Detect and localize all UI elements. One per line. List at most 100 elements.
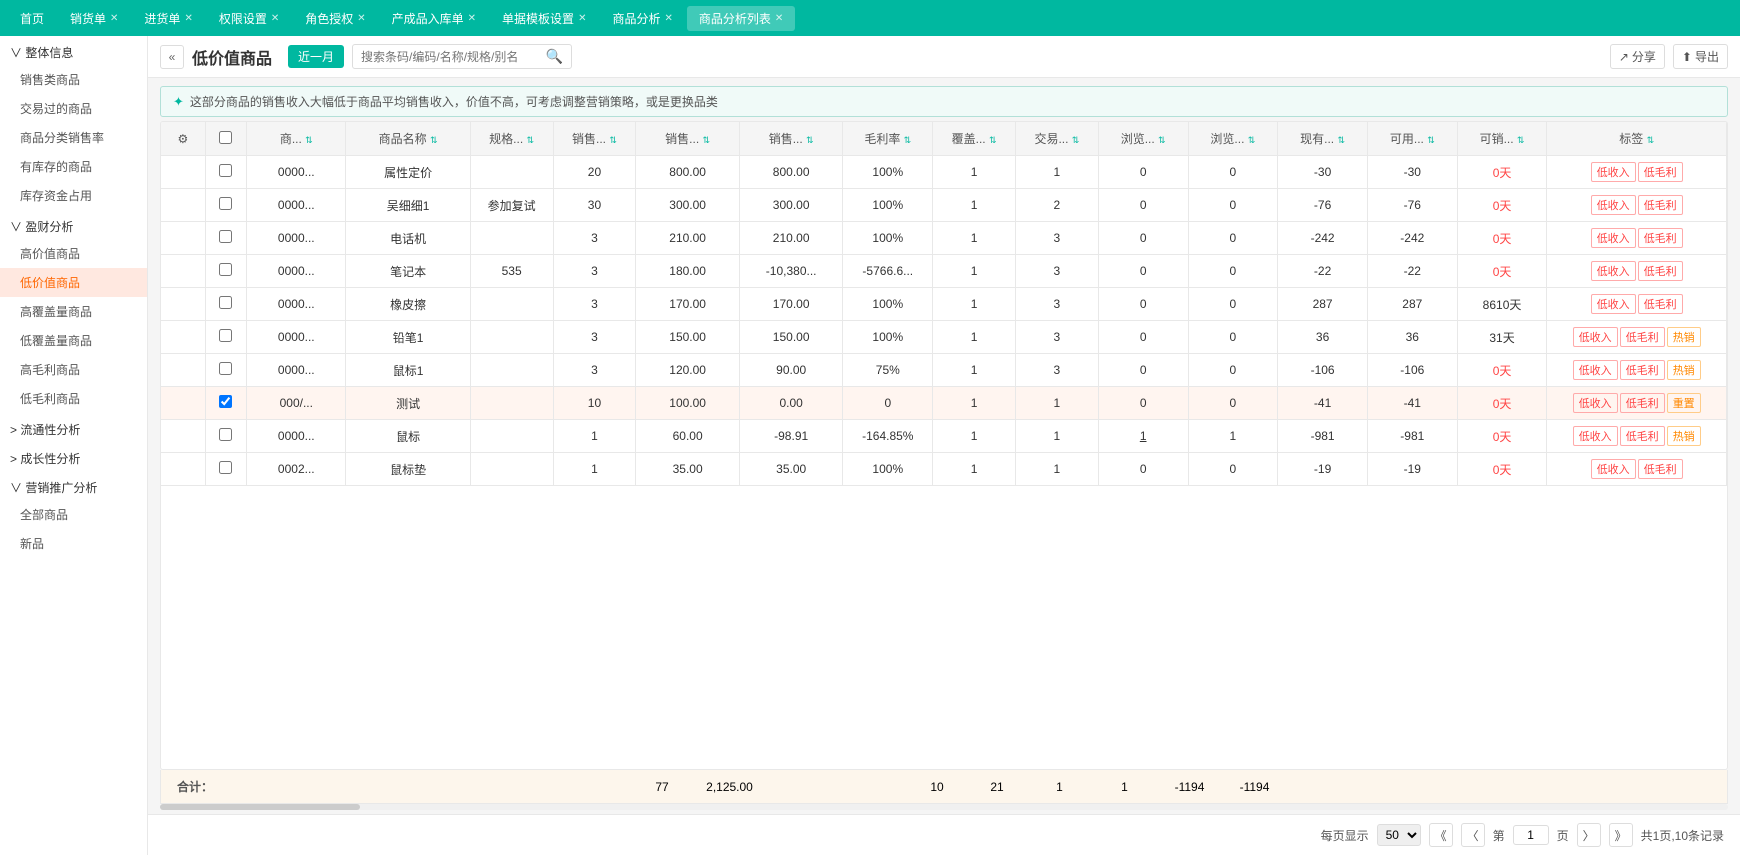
select-all-checkbox[interactable] <box>219 131 232 144</box>
td-checkbox[interactable] <box>205 453 246 486</box>
td-code: 0000... <box>247 420 346 453</box>
tag: 低毛利 <box>1620 393 1665 413</box>
row-checkbox[interactable] <box>219 362 232 375</box>
sidebar-item-low-coverage[interactable]: 低覆盖量商品 <box>0 326 147 355</box>
nav-close-icon[interactable]: ✕ <box>184 13 192 24</box>
th-code[interactable]: 商... ⇅ <box>247 122 346 156</box>
page-number-input[interactable] <box>1513 825 1549 845</box>
export-button[interactable]: ⬆ 导出 <box>1673 44 1728 69</box>
sidebar-item-low-margin[interactable]: 低毛利商品 <box>0 384 147 413</box>
first-page-button[interactable]: 《 <box>1429 823 1453 847</box>
row-checkbox[interactable] <box>219 428 232 441</box>
td-tag: 低收入低毛利 <box>1547 189 1727 222</box>
sidebar-group-growth[interactable]: > 成长性分析 <box>0 442 147 471</box>
th-browse2[interactable]: 浏览... ⇅ <box>1188 122 1278 156</box>
row-checkbox[interactable] <box>219 263 232 276</box>
row-checkbox[interactable] <box>219 461 232 474</box>
nav-permissions[interactable]: 权限设置 ✕ <box>207 6 291 31</box>
data-table-container[interactable]: ⚙ 商... ⇅ 商品名称 ⇅ 规格... ⇅ 销售... ⇅ 销售... ⇅ … <box>160 121 1728 770</box>
sidebar-item-high-value[interactable]: 高价值商品 <box>0 239 147 268</box>
sidebar-item-traded-products[interactable]: 交易过的商品 <box>0 94 147 123</box>
td-sellable: 0天 <box>1457 189 1547 222</box>
row-checkbox[interactable] <box>219 296 232 309</box>
th-trade[interactable]: 交易... ⇅ <box>1015 122 1098 156</box>
sidebar-group-marketing[interactable]: ∨ 营销推广分析 <box>0 471 147 500</box>
th-stock[interactable]: 现有... ⇅ <box>1278 122 1368 156</box>
sidebar-item-high-coverage[interactable]: 高覆盖量商品 <box>0 297 147 326</box>
th-checkbox[interactable] <box>205 122 246 156</box>
sidebar-item-all-products[interactable]: 全部商品 <box>0 500 147 529</box>
th-sales-cost[interactable]: 销售... ⇅ <box>739 122 843 156</box>
row-checkbox[interactable] <box>219 395 232 408</box>
horizontal-scrollbar-thumb[interactable] <box>160 804 360 810</box>
th-margin[interactable]: 毛利率 ⇅ <box>843 122 933 156</box>
th-cover[interactable]: 覆盖... ⇅ <box>933 122 1016 156</box>
nav-close-icon[interactable]: ✕ <box>357 13 365 24</box>
nav-label: 产成品入库单 <box>392 10 464 27</box>
th-name[interactable]: 商品名称 ⇅ <box>346 122 470 156</box>
row-checkbox[interactable] <box>219 164 232 177</box>
sidebar-item-stock-capital[interactable]: 库存资金占用 <box>0 181 147 210</box>
collapse-sidebar-button[interactable]: « <box>160 45 184 69</box>
nav-close-icon[interactable]: ✕ <box>664 13 672 24</box>
td-checkbox[interactable] <box>205 321 246 354</box>
th-sales-amt[interactable]: 销售... ⇅ <box>636 122 740 156</box>
th-available[interactable]: 可用... ⇅ <box>1367 122 1457 156</box>
nav-product-analysis-list[interactable]: 商品分析列表 ✕ <box>687 6 795 31</box>
td-checkbox[interactable] <box>205 354 246 387</box>
th-spec[interactable]: 规格... ⇅ <box>470 122 553 156</box>
table-header-row: ⚙ 商... ⇅ 商品名称 ⇅ 规格... ⇅ 销售... ⇅ 销售... ⇅ … <box>161 122 1727 156</box>
sidebar-item-sales-products[interactable]: 销售类商品 <box>0 65 147 94</box>
export-label: 导出 <box>1695 48 1719 65</box>
period-button[interactable]: 近一月 <box>288 45 344 68</box>
th-sellable[interactable]: 可销... ⇅ <box>1457 122 1547 156</box>
nav-purchase-order[interactable]: 进货单 ✕ <box>132 6 204 31</box>
nav-sales-order[interactable]: 销货单 ✕ <box>58 6 130 31</box>
nav-close-icon[interactable]: ✕ <box>110 13 118 24</box>
row-checkbox[interactable] <box>219 197 232 210</box>
nav-close-icon[interactable]: ✕ <box>468 13 476 24</box>
sidebar-group-circulation[interactable]: > 流通性分析 <box>0 413 147 442</box>
nav-close-icon[interactable]: ✕ <box>578 13 586 24</box>
sidebar-item-stocked-products[interactable]: 有库存的商品 <box>0 152 147 181</box>
page-size-select[interactable]: 50 <box>1377 824 1421 846</box>
td-checkbox[interactable] <box>205 189 246 222</box>
table-row: 0000... 橡皮擦 3 170.00 170.00 100% 1 3 0 0… <box>161 288 1727 321</box>
search-icon[interactable]: 🔍 <box>546 48 563 65</box>
browse1-value[interactable]: 1 <box>1140 429 1147 443</box>
nav-role-auth[interactable]: 角色授权 ✕ <box>293 6 377 31</box>
td-checkbox[interactable] <box>205 288 246 321</box>
td-checkbox[interactable] <box>205 387 246 420</box>
sidebar-item-new-products[interactable]: 新品 <box>0 529 147 558</box>
td-tag: 低收入低毛利 <box>1547 453 1727 486</box>
th-gear[interactable]: ⚙ <box>161 122 205 156</box>
td-checkbox[interactable] <box>205 156 246 189</box>
share-button[interactable]: ↗ 分享 <box>1610 44 1665 69</box>
row-checkbox[interactable] <box>219 329 232 342</box>
nav-product-analysis[interactable]: 商品分析 ✕ <box>600 6 684 31</box>
nav-close-icon[interactable]: ✕ <box>271 13 279 24</box>
summary-bar: 合计： 77 2,125.00 10 21 1 1 -1194 -1194 <box>160 770 1728 804</box>
horizontal-scrollbar-track[interactable] <box>160 804 1728 810</box>
td-checkbox[interactable] <box>205 255 246 288</box>
sidebar-item-category-rate[interactable]: 商品分类销售率 <box>0 123 147 152</box>
th-sales-qty[interactable]: 销售... ⇅ <box>553 122 636 156</box>
sidebar-item-high-margin[interactable]: 高毛利商品 <box>0 355 147 384</box>
th-browse1[interactable]: 浏览... ⇅ <box>1098 122 1188 156</box>
td-checkbox[interactable] <box>205 420 246 453</box>
last-page-button[interactable]: 》 <box>1609 823 1633 847</box>
nav-home[interactable]: 首页 <box>8 6 56 31</box>
search-input[interactable] <box>361 50 542 64</box>
sidebar-group-overall[interactable]: ∨ 整体信息 <box>0 36 147 65</box>
sidebar-item-low-value[interactable]: 低价值商品 <box>0 268 147 297</box>
nav-close-icon[interactable]: ✕ <box>775 13 783 24</box>
next-page-button[interactable]: 〉 <box>1577 823 1601 847</box>
nav-template-setting[interactable]: 单据模板设置 ✕ <box>490 6 598 31</box>
th-tag[interactable]: 标签 ⇅ <box>1547 122 1727 156</box>
td-checkbox[interactable] <box>205 222 246 255</box>
prev-page-button[interactable]: 〈 <box>1461 823 1485 847</box>
sidebar-group-profit[interactable]: ∨ 盈财分析 <box>0 210 147 239</box>
nav-product-inbound[interactable]: 产成品入库单 ✕ <box>380 6 488 31</box>
row-checkbox[interactable] <box>219 230 232 243</box>
td-stock: -41 <box>1278 387 1368 420</box>
